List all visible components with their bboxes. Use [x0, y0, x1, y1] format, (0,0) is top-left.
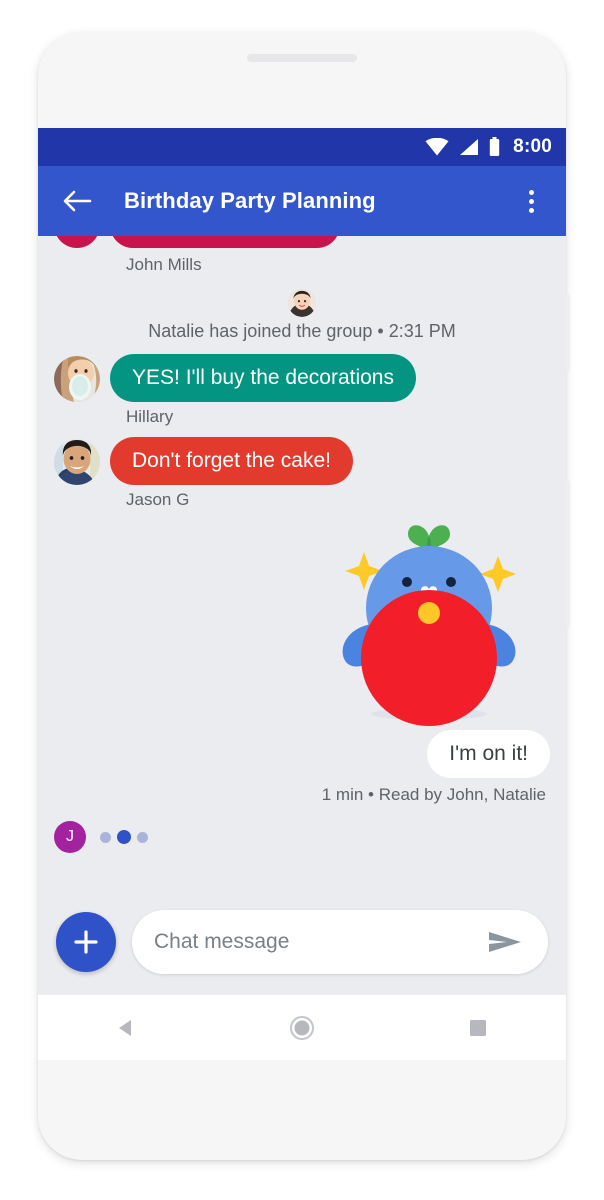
message-row-cutoff: [54, 236, 550, 250]
earpiece-speaker: [247, 54, 357, 62]
chat-message-input[interactable]: [154, 930, 484, 954]
nav-home-button[interactable]: [267, 995, 337, 1061]
composer-field[interactable]: [132, 910, 548, 974]
status-bar-clock: 8:00: [513, 136, 552, 157]
battery-icon: [489, 137, 500, 156]
nav-home-icon: [290, 1015, 314, 1040]
nav-recents-button[interactable]: [443, 995, 513, 1061]
conversation-title: Birthday Party Planning: [124, 188, 376, 213]
jason-avatar-photo: [54, 439, 100, 486]
send-icon: [489, 932, 521, 952]
message-row-hillary: YES! I'll buy the decorations: [54, 354, 550, 403]
jason-avatar[interactable]: [54, 439, 100, 486]
blueberry-character-sticker[interactable]: [322, 514, 536, 728]
message-bubble-onit[interactable]: I'm on it!: [427, 730, 550, 779]
message-bubble-decorations[interactable]: YES! I'll buy the decorations: [110, 354, 416, 403]
overflow-menu-button[interactable]: [514, 181, 548, 221]
message-status-onit: 1 min • Read by John, Natalie: [321, 785, 546, 805]
android-nav-bar: [38, 994, 566, 1060]
message-row-onit: I'm on it!: [54, 730, 550, 779]
message-bubble-cake[interactable]: Don't forget the cake!: [110, 437, 353, 486]
wifi-icon: [425, 138, 449, 156]
status-bar: 8:00: [38, 128, 566, 166]
typing-dot: [137, 831, 148, 843]
add-attachment-button[interactable]: [56, 912, 116, 972]
system-joined-text: Natalie has joined the group • 2:31 PM: [148, 321, 456, 341]
composer-bar: [38, 890, 566, 994]
overflow-dot: [528, 207, 534, 213]
message-list[interactable]: John Mills Natalie has joined the group …: [38, 236, 566, 994]
nav-recents-icon: [470, 1019, 486, 1036]
message-bubble-cutoff[interactable]: [110, 236, 340, 248]
joined-avatar-wrap: [54, 289, 550, 317]
phone-device-frame: 8:00 Birthday Party Planning John Mills …: [38, 32, 569, 1160]
plus-icon: [74, 930, 98, 954]
phone-screen: 8:00 Birthday Party Planning John Mills …: [38, 128, 566, 994]
message-row-jason: Don't forget the cake!: [54, 437, 550, 486]
typing-avatar: J: [54, 821, 86, 854]
nav-back-icon: [119, 1019, 131, 1036]
sender-name-john: John Mills: [126, 255, 202, 274]
send-button[interactable]: [484, 927, 526, 957]
typing-dot: [100, 831, 111, 843]
typing-dot-active: [117, 830, 131, 845]
app-bar: Birthday Party Planning: [38, 166, 566, 236]
sender-name-hillary: Hillary: [126, 407, 174, 427]
hillary-avatar[interactable]: [54, 356, 100, 403]
hillary-avatar-photo: [54, 356, 100, 403]
natalie-avatar: [288, 289, 316, 317]
sender-name-jason: Jason G: [126, 490, 190, 510]
overflow-dot: [528, 189, 534, 195]
avatar-cutoff: [54, 236, 100, 248]
typing-indicator: J: [54, 821, 550, 854]
typing-dots: [100, 830, 148, 845]
nav-back-button[interactable]: [91, 995, 161, 1061]
back-button[interactable]: [58, 181, 98, 221]
natalie-avatar-photo: [288, 289, 316, 317]
overflow-dot: [528, 198, 534, 204]
back-arrow-icon: [63, 190, 92, 212]
sticker-row: [54, 514, 550, 728]
cell-signal-icon: [460, 139, 479, 155]
